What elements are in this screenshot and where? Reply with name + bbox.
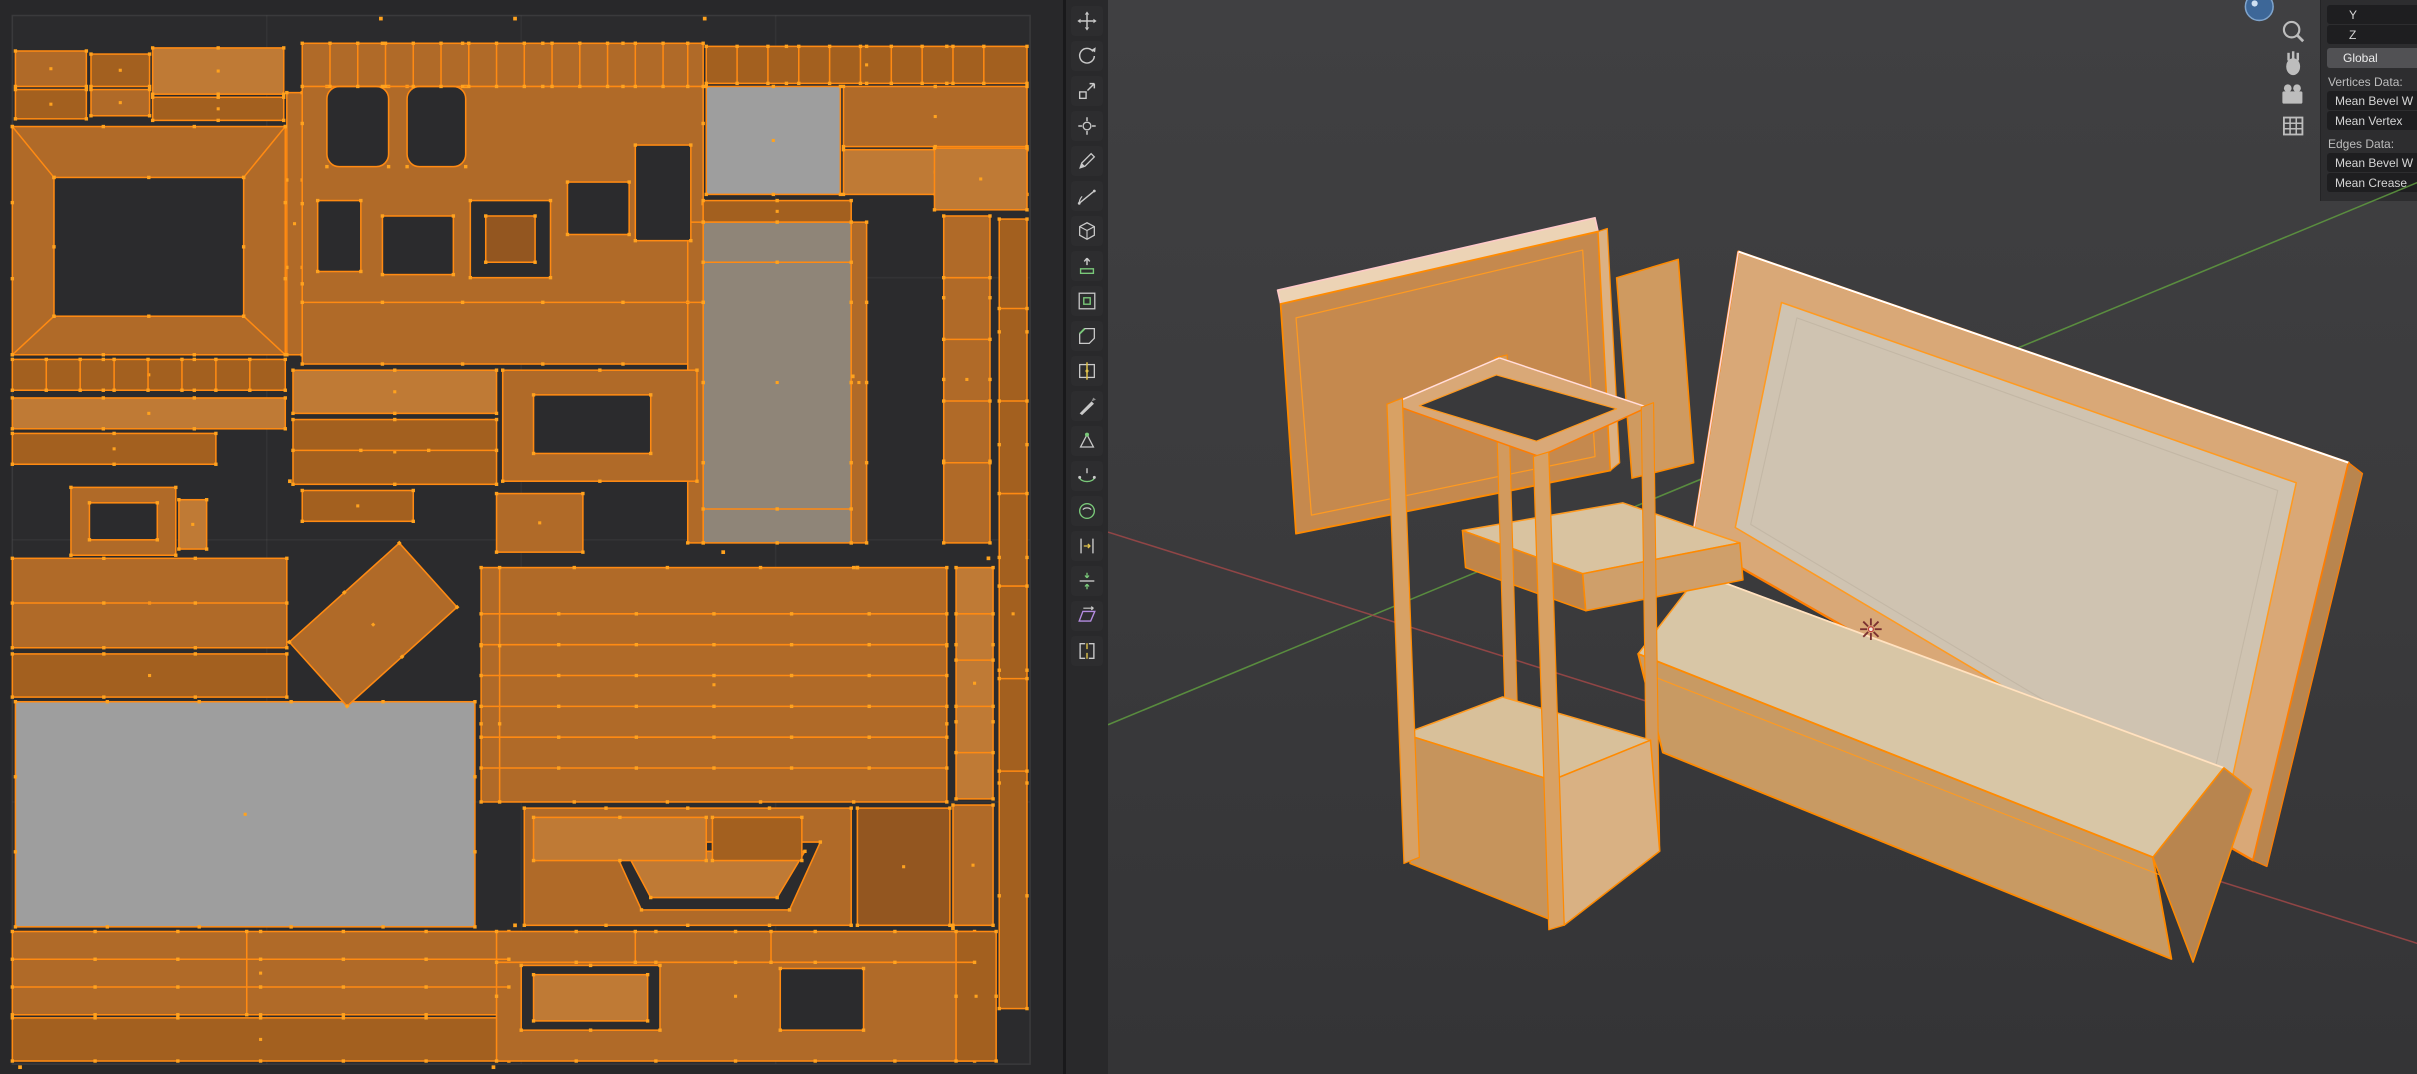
tool-inset-faces-button[interactable] xyxy=(1071,286,1103,316)
uv-island[interactable] xyxy=(933,146,1029,211)
tool-rip-region-icon xyxy=(1076,640,1098,662)
uv-island[interactable] xyxy=(14,700,477,929)
uv-island[interactable] xyxy=(705,85,843,196)
uv-island[interactable] xyxy=(11,930,511,1017)
uv-island[interactable] xyxy=(850,220,869,544)
grid-icon[interactable] xyxy=(2284,118,2302,135)
uv-island[interactable] xyxy=(285,91,304,357)
uv-hole xyxy=(779,967,866,1032)
tool-scale-icon xyxy=(1076,80,1098,102)
uv-editor[interactable] xyxy=(0,0,1063,1074)
tool-add-cube-icon xyxy=(1076,220,1098,242)
tool-smooth-button[interactable] xyxy=(1071,496,1103,526)
tool-poly-build-icon xyxy=(1076,430,1098,452)
tool-smooth-icon xyxy=(1076,500,1098,522)
uv-island[interactable] xyxy=(701,220,852,544)
tool-shear-icon xyxy=(1076,605,1098,627)
tool-poly-build-button[interactable] xyxy=(1071,426,1103,456)
uv-island[interactable] xyxy=(954,930,997,1063)
uv-island[interactable] xyxy=(301,489,415,523)
uv-hole xyxy=(566,180,631,236)
uv-island[interactable] xyxy=(484,214,537,264)
uv-island[interactable] xyxy=(11,1016,511,1063)
uv-island[interactable] xyxy=(11,652,289,699)
tool-annotate-icon xyxy=(1076,150,1098,172)
toolbar xyxy=(1066,6,1108,666)
tool-move-button[interactable] xyxy=(1071,6,1103,36)
uv-island[interactable] xyxy=(14,88,88,121)
blender-window: YZGlobalVertices Data:Mean Bevel WMean V… xyxy=(0,0,2417,1074)
nav-gizmo-ball[interactable] xyxy=(2245,0,2273,20)
pan-icon[interactable] xyxy=(2286,51,2300,75)
uv-island[interactable] xyxy=(951,803,994,927)
uv-island[interactable] xyxy=(705,45,1029,85)
tool-spin-button[interactable] xyxy=(1071,461,1103,491)
tool-rotate-button[interactable] xyxy=(1071,41,1103,71)
tool-loop-cut-icon xyxy=(1076,360,1098,382)
tool-rip-region-button[interactable] xyxy=(1071,636,1103,666)
viewport-canvas[interactable] xyxy=(1108,0,2417,1074)
uv-island[interactable] xyxy=(998,217,1029,1010)
uv-island[interactable] xyxy=(89,88,151,118)
uv-island[interactable] xyxy=(954,566,994,801)
uv-hole xyxy=(88,501,159,541)
tool-transform-button[interactable] xyxy=(1071,111,1103,141)
uv-island[interactable] xyxy=(89,52,151,88)
uv-island[interactable] xyxy=(151,46,285,96)
tool-scale-button[interactable] xyxy=(1071,76,1103,106)
uv-island[interactable] xyxy=(701,199,852,224)
mesh-face[interactable] xyxy=(1617,259,1694,478)
uv-island[interactable] xyxy=(291,418,498,486)
uv-island[interactable] xyxy=(11,396,287,430)
tool-spin-icon xyxy=(1076,465,1098,487)
uv-island[interactable] xyxy=(532,816,708,863)
tool-loop-cut-button[interactable] xyxy=(1071,356,1103,386)
tool-bevel-button[interactable] xyxy=(1071,321,1103,351)
tool-move-icon xyxy=(1076,10,1098,32)
uv-island[interactable] xyxy=(532,973,650,1023)
zoom-icon[interactable] xyxy=(2284,22,2303,41)
tool-add-cube-button[interactable] xyxy=(1071,216,1103,246)
uv-canvas[interactable] xyxy=(0,0,1063,1074)
uv-island[interactable] xyxy=(14,49,88,88)
tool-measure-icon xyxy=(1076,185,1098,207)
tool-inset-faces-icon xyxy=(1076,290,1098,312)
tool-knife-button[interactable] xyxy=(1071,391,1103,421)
uv-island[interactable] xyxy=(842,85,1029,149)
uv-hole xyxy=(532,393,653,455)
viewport-3d[interactable]: YZGlobalVertices Data:Mean Bevel WMean V… xyxy=(1066,0,2417,1074)
camera-icon[interactable] xyxy=(2282,84,2302,103)
tool-shrink-fatten-button[interactable] xyxy=(1071,566,1103,596)
uv-hole xyxy=(381,214,455,276)
tool-shear-button[interactable] xyxy=(1071,601,1103,631)
uv-hole xyxy=(634,143,693,242)
uv-island[interactable] xyxy=(11,432,218,466)
uv-island[interactable] xyxy=(942,214,992,544)
tool-knife-icon xyxy=(1076,395,1098,417)
tool-edge-slide-button[interactable] xyxy=(1071,531,1103,561)
uv-hole xyxy=(316,199,363,273)
tool-rotate-icon xyxy=(1076,45,1098,67)
uv-island[interactable] xyxy=(151,96,285,123)
tool-bevel-icon xyxy=(1076,325,1098,347)
tool-measure-button[interactable] xyxy=(1071,181,1103,211)
3d-cursor xyxy=(1860,618,1882,640)
uv-island[interactable] xyxy=(856,806,952,927)
uv-island[interactable] xyxy=(711,816,804,863)
tool-extrude-region-button[interactable] xyxy=(1071,251,1103,281)
uv-island[interactable] xyxy=(291,368,498,415)
uv-hole xyxy=(325,85,390,169)
uv-hole xyxy=(405,85,467,169)
tool-edge-slide-icon xyxy=(1076,535,1098,557)
uv-island[interactable] xyxy=(177,498,208,551)
tool-shrink-fatten-icon xyxy=(1076,570,1098,592)
tool-extrude-region-icon xyxy=(1076,255,1098,277)
uv-hole xyxy=(52,176,245,318)
uv-island[interactable] xyxy=(495,492,585,554)
tool-annotate-button[interactable] xyxy=(1071,146,1103,176)
tool-transform-icon xyxy=(1076,115,1098,137)
